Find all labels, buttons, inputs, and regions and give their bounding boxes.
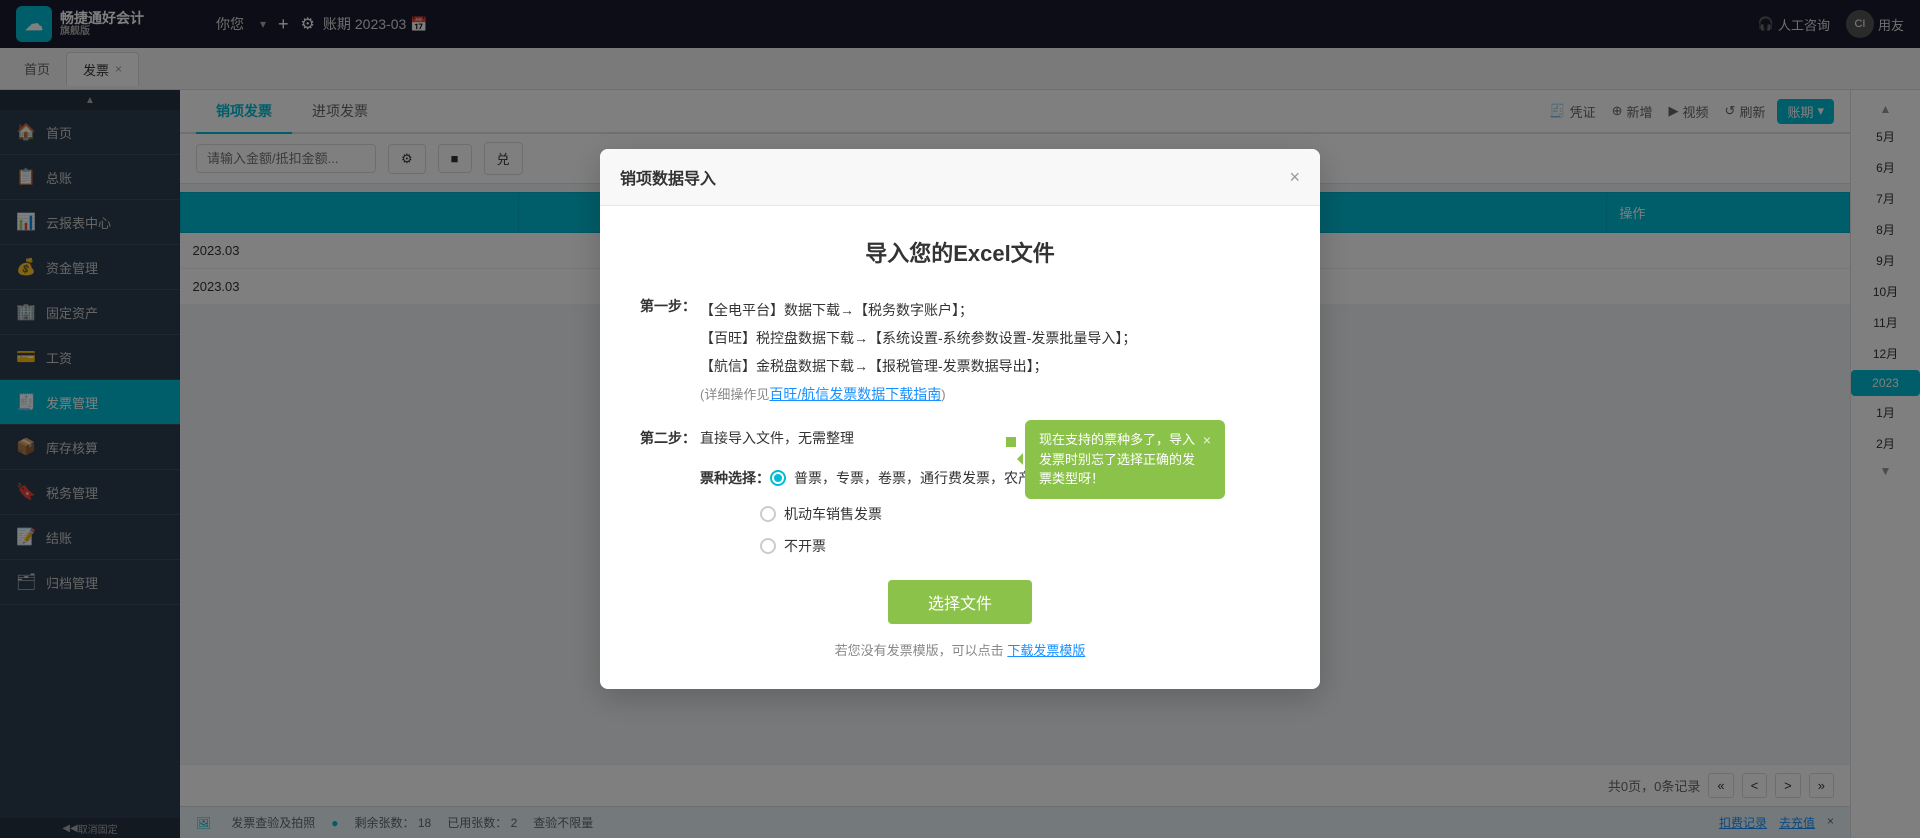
select-file-button[interactable]: 选择文件 xyxy=(888,580,1032,624)
template-note: 若您没有发票模版，可以点击 下载发票模版 xyxy=(640,640,1280,659)
step2-content: 直接导入文件，无需整理 xyxy=(700,428,854,448)
ticket-label: 票种选择： xyxy=(700,468,770,488)
modal-title: 销项数据导入 xyxy=(620,165,716,189)
tooltip-dot xyxy=(1006,437,1016,447)
step1-section: 第一步： 【全电平台】数据下载→【税务数字账户】； 【百旺】税控盘数据下载→【系… xyxy=(640,296,1280,408)
tooltip-text: 现在支持的票种多了，导入发票时别忘了选择正确的发票类型呀！ xyxy=(1039,432,1195,486)
step2-label: 第二步： xyxy=(640,428,700,448)
tooltip-close[interactable]: × xyxy=(1203,430,1211,451)
radio-motor[interactable]: 机动车销售发票 xyxy=(760,504,1280,524)
step1-line1: 【全电平台】数据下载→【税务数字账户】； xyxy=(700,296,1136,324)
step1-line3: 【航信】金税盘数据下载→【报税管理-发票数据导出】； xyxy=(700,352,1136,380)
download-template-link[interactable]: 下载发票模版 xyxy=(1007,643,1085,658)
radio-none[interactable]: 不开票 xyxy=(760,536,1280,556)
radio-normal-circle xyxy=(770,470,786,486)
guide-link[interactable]: 百旺/航信发票数据下载指南 xyxy=(769,386,941,402)
modal-close-button[interactable]: × xyxy=(1289,167,1300,188)
radio-normal-dot xyxy=(774,474,782,482)
modal-header: 销项数据导入 × xyxy=(600,149,1320,206)
modal-main-title: 导入您的Excel文件 xyxy=(640,236,1280,268)
radio-motor-circle xyxy=(760,506,776,522)
radio-none-circle xyxy=(760,538,776,554)
step1-line2: 【百旺】税控盘数据下载→【系统设置-系统参数设置-发票批量导入】； xyxy=(700,324,1136,352)
tooltip-bubble: × 现在支持的票种多了，导入发票时别忘了选择正确的发票类型呀！ xyxy=(1025,420,1225,499)
modal-overlay: 销项数据导入 × 导入您的Excel文件 第一步： 【全电平台】数据下载→【税务… xyxy=(0,0,1920,838)
import-modal: 销项数据导入 × 导入您的Excel文件 第一步： 【全电平台】数据下载→【税务… xyxy=(600,149,1320,689)
step1-label: 第一步： xyxy=(640,296,700,316)
